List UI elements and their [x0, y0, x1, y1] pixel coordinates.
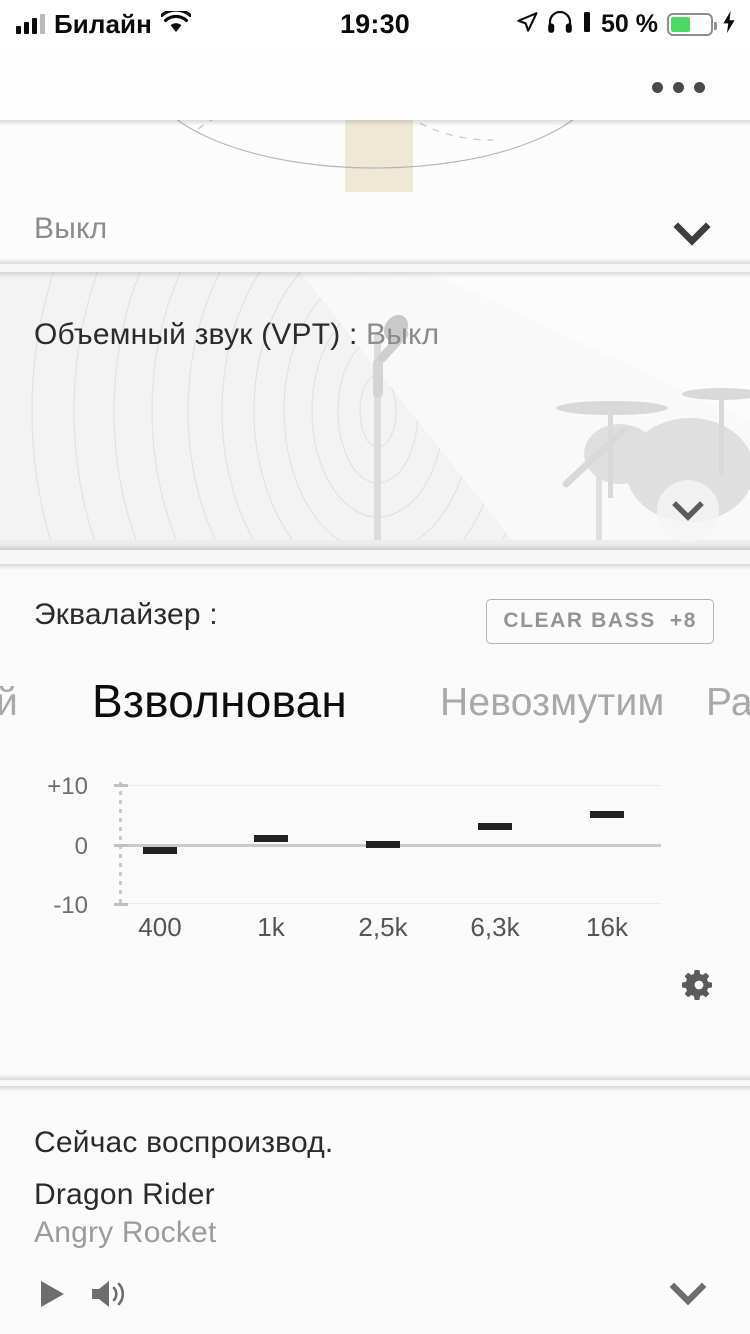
preset-item-next-2[interactable]: Ра: [706, 668, 750, 738]
vpt-label: Объемный звук (VPT) :: [34, 318, 358, 351]
headphones-icon: [547, 10, 573, 39]
clear-bass-button[interactable]: CLEAR BASS +8: [486, 599, 714, 644]
charging-bolt-icon: [722, 10, 736, 39]
vpt-illustration: [0, 272, 750, 550]
chevron-down-icon[interactable]: [657, 480, 719, 542]
sound-effect-value: Выкл: [34, 212, 108, 245]
eq-band-handle-2-5k[interactable]: [366, 841, 400, 848]
card-sound-effect[interactable]: Выкл: [0, 120, 750, 264]
gear-icon[interactable]: [682, 968, 716, 1002]
chevron-down-icon[interactable]: [662, 1270, 714, 1318]
phone-screen: Билайн 19:30 50 % Выкл Объемный звук (VP…: [0, 0, 750, 1334]
clear-bass-label: CLEAR BASS: [503, 609, 656, 632]
volume-icon[interactable]: [86, 1272, 134, 1316]
graph-xlabel-1k: 1k: [257, 912, 285, 942]
preset-item-selected[interactable]: Взволнован: [92, 668, 347, 734]
graph-tick-minus10: [114, 903, 128, 906]
status-bar-right: 50 %: [516, 10, 736, 39]
now-playing-artist: Angry Rocket: [34, 1216, 217, 1249]
equalizer-label: Эквалайзер :: [34, 598, 218, 631]
card-bottom-shadow: [0, 1074, 750, 1080]
eq-band-handle-400[interactable]: [143, 847, 177, 854]
card-equalizer: Эквалайзер : CLEAR BASS +8 ий Взволнован …: [0, 564, 750, 1080]
graph-bottom-gridline: [123, 903, 661, 904]
card-bottom-shadow: [0, 258, 750, 264]
clear-bass-value: +8: [669, 609, 697, 632]
equalizer-header: Эквалайзер : CLEAR BASS +8: [0, 564, 750, 664]
card-top-shadow: [0, 564, 750, 570]
overflow-menu-icon[interactable]: [642, 72, 714, 102]
graph-xlabel-400: 400: [138, 912, 182, 942]
card-now-playing: Сейчас воспроизвод. Dragon Rider Angry R…: [0, 1086, 750, 1334]
app-top-bar: [0, 48, 750, 120]
play-icon[interactable]: [30, 1272, 74, 1316]
equalizer-graph[interactable]: +10 0 -10 400 1k 2,5k 6,3k 16k: [0, 760, 750, 946]
vpt-value: Выкл: [366, 318, 440, 351]
graph-xlabel-2-5k: 2,5k: [358, 912, 408, 942]
playback-controls: [0, 1258, 750, 1334]
card-top-shadow: [0, 272, 750, 278]
device-bar-icon: [582, 10, 592, 39]
status-bar: Билайн 19:30 50 %: [0, 0, 750, 48]
location-arrow-icon: [516, 11, 538, 38]
chevron-down-icon[interactable]: [666, 208, 718, 260]
eq-band-handle-16k[interactable]: [590, 811, 624, 818]
graph-tick-plus10: [114, 784, 128, 787]
graph-ylabel-plus10: +10: [47, 773, 88, 800]
graph-xlabel-16k: 16k: [586, 912, 628, 942]
graph-tick-zero: [114, 844, 128, 847]
graph-ylabel-minus10: -10: [53, 892, 88, 919]
preset-item-next[interactable]: Невозмутим: [440, 668, 664, 738]
now-playing-heading: Сейчас воспроизвод.: [34, 1126, 334, 1159]
card-top-shadow: [0, 120, 750, 126]
card-bottom-shadow: [0, 544, 750, 550]
card-vpt-surround[interactable]: Объемный звук (VPT) : Выкл: [0, 272, 750, 550]
card-top-shadow: [0, 1086, 750, 1092]
preset-item-previous[interactable]: ий: [0, 668, 18, 738]
battery-icon: [667, 12, 717, 36]
sound-effect-illustration: [0, 120, 750, 264]
graph-xlabel-6-3k: 6,3k: [470, 912, 520, 942]
eq-band-handle-1k[interactable]: [254, 835, 288, 842]
vpt-row: Объемный звук (VPT) : Выкл: [34, 318, 439, 352]
now-playing-track: Dragon Rider: [34, 1178, 215, 1211]
battery-percent: 50 %: [601, 9, 658, 38]
eq-band-handle-6-3k[interactable]: [478, 823, 512, 830]
graph-ylabel-zero: 0: [74, 833, 88, 860]
graph-top-gridline: [123, 785, 661, 786]
preset-carousel[interactable]: ий Взволнован Невозмутим Ра: [0, 668, 750, 754]
